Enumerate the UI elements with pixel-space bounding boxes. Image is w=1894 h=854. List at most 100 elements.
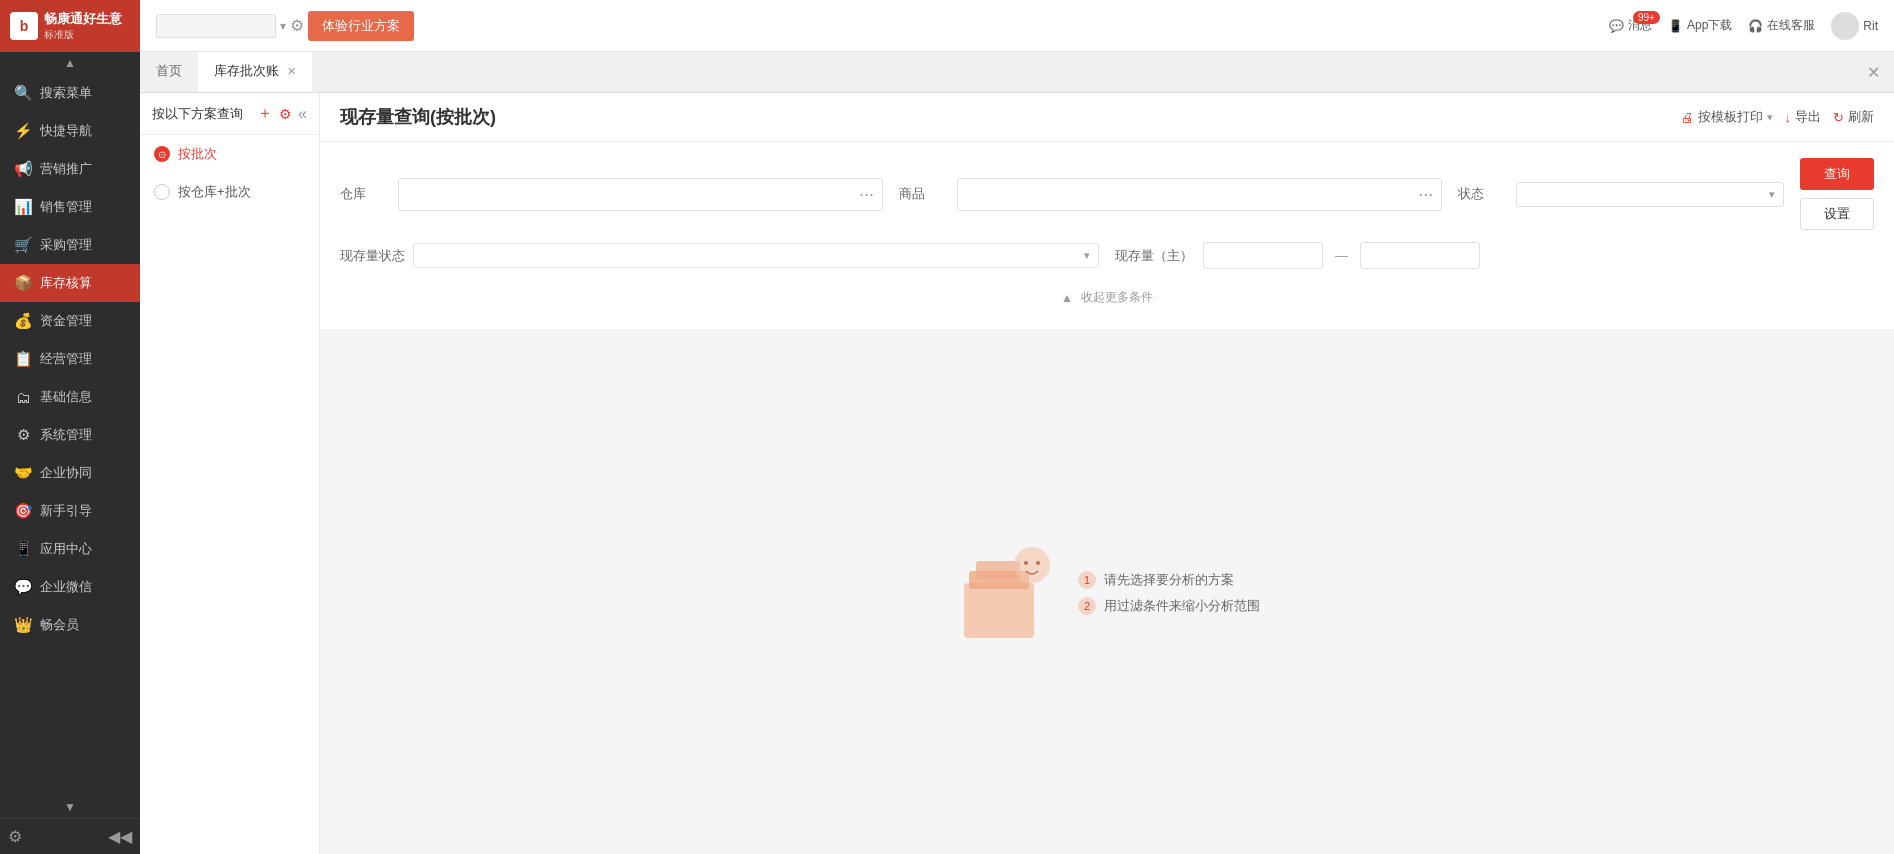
basics-icon: 🗂: [14, 388, 32, 406]
messages-button[interactable]: 💬 消息 99+: [1609, 17, 1652, 34]
tab-home-label: 首页: [156, 62, 182, 80]
inventory-icon: 📦: [14, 274, 32, 292]
inventory-qty-min-input[interactable]: [1203, 242, 1323, 269]
app-download-label: App下载: [1687, 17, 1732, 34]
sidebar-item-label: 销售管理: [40, 198, 92, 216]
collapse-sidebar-icon[interactable]: ◀◀: [108, 827, 132, 846]
empty-state-content: 1 请先选择要分析的方案 2 用过滤条件来缩小分析范围: [954, 543, 1260, 643]
warehouse-field: 仓库 ···: [340, 178, 883, 211]
username-label: Rit: [1863, 19, 1878, 33]
sidebar-item-label: 企业协同: [40, 464, 92, 482]
filter-row-1: 仓库 ··· 商品 ··· 状态: [340, 158, 1874, 230]
svg-rect-2: [976, 561, 1020, 579]
inventory-qty-field: 现存量（主） —: [1115, 242, 1874, 269]
filter-item-dot-active: ⊙: [154, 146, 170, 162]
collapse-label: 收起更多条件: [1081, 289, 1153, 306]
experience-button[interactable]: 体验行业方案: [308, 11, 414, 41]
search-icon: 🔍: [14, 84, 32, 102]
wechat-icon: 💬: [14, 578, 32, 596]
sidebar-item-purchase[interactable]: 🛒 采购管理: [0, 226, 140, 264]
topbar-search-input[interactable]: [156, 14, 276, 38]
app-download-button[interactable]: 📱 App下载: [1668, 17, 1732, 34]
marketing-icon: 📢: [14, 160, 32, 178]
sidebar-item-operations[interactable]: 📋 经营管理: [0, 340, 140, 378]
sidebar-item-wechat[interactable]: 💬 企业微信: [0, 568, 140, 606]
messages-badge: 99+: [1633, 11, 1660, 24]
refresh-action[interactable]: ↻ 刷新: [1833, 108, 1874, 126]
query-area: 现存量查询(按批次) 🖨 按模板打印 ▾ ↓ 导出 ↻ 刷新: [320, 93, 1894, 854]
member-icon: 👑: [14, 616, 32, 634]
tab-batch-label: 库存批次账: [214, 62, 279, 80]
product-dots[interactable]: ···: [1418, 184, 1433, 205]
inventory-qty-max-input[interactable]: [1360, 242, 1480, 269]
sidebar-item-label: 企业微信: [40, 578, 92, 596]
filter-item-warehouse-batch-label: 按仓库+批次: [178, 183, 251, 201]
purchase-icon: 🛒: [14, 236, 32, 254]
finance-icon: 💰: [14, 312, 32, 330]
sidebar-scroll-down[interactable]: ▼: [0, 796, 140, 818]
sidebar-item-search[interactable]: 🔍 搜索菜单: [0, 74, 140, 112]
sidebar-item-finance[interactable]: 💰 资金管理: [0, 302, 140, 340]
svg-point-5: [1036, 561, 1040, 565]
inventory-qty-label: 现存量（主）: [1115, 247, 1195, 265]
topbar-settings-icon[interactable]: ⚙: [290, 16, 304, 35]
warehouse-select[interactable]: ···: [398, 178, 883, 211]
collapse-icon: ▲: [1061, 291, 1073, 305]
sidebar-item-basics[interactable]: 🗂 基础信息: [0, 378, 140, 416]
online-service-button[interactable]: 🎧 在线客服: [1748, 17, 1815, 34]
query-button[interactable]: 查询: [1800, 158, 1874, 190]
sidebar-scroll-up[interactable]: ▲: [0, 52, 140, 74]
tab-panel-close-icon[interactable]: ✕: [1853, 53, 1894, 92]
status-select[interactable]: ▾: [1516, 182, 1784, 207]
sidebar-item-label: 系统管理: [40, 426, 92, 444]
status-label: 状态: [1458, 185, 1508, 203]
sales-icon: 📊: [14, 198, 32, 216]
filter-item-batch[interactable]: ⊙ 按批次: [140, 135, 319, 173]
tip-text-2: 用过滤条件来缩小分析范围: [1104, 597, 1260, 615]
tab-close-icon[interactable]: ✕: [287, 65, 296, 78]
sidebar-item-label: 应用中心: [40, 540, 92, 558]
sidebar-item-quicknav[interactable]: ⚡ 快捷导航: [0, 112, 140, 150]
export-action[interactable]: ↓ 导出: [1785, 108, 1822, 126]
user-profile[interactable]: Rit: [1831, 12, 1878, 40]
topbar-dropdown-arrow[interactable]: ▾: [280, 19, 286, 33]
sidebar-item-member[interactable]: 👑 畅会员: [0, 606, 140, 644]
topbar: ▾ ⚙ 体验行业方案 💬 消息 99+ 📱 App下载 🎧 在线客服 Rit: [140, 0, 1894, 52]
print-dropdown-icon[interactable]: ▾: [1767, 111, 1773, 124]
inventory-status-dropdown-icon: ▾: [1084, 249, 1090, 262]
app-edition: 标准版: [44, 28, 122, 42]
print-label: 按模板打印: [1698, 108, 1763, 126]
sidebar-item-newbie[interactable]: 🎯 新手引导: [0, 492, 140, 530]
tab-bar: 首页 库存批次账 ✕ ✕: [140, 52, 1894, 93]
warehouse-label: 仓库: [340, 185, 390, 203]
company-name: 畅康通好生意: [44, 10, 122, 28]
status-dropdown-icon: ▾: [1769, 188, 1775, 201]
sidebar-item-enterprise[interactable]: 🤝 企业协同: [0, 454, 140, 492]
settings-footer-icon[interactable]: ⚙: [8, 827, 22, 846]
sidebar-item-appcenter[interactable]: 📱 应用中心: [0, 530, 140, 568]
refresh-label: 刷新: [1848, 108, 1874, 126]
sidebar-item-sales[interactable]: 📊 销售管理: [0, 188, 140, 226]
sidebar-item-system[interactable]: ⚙ 系统管理: [0, 416, 140, 454]
tip-text-1: 请先选择要分析的方案: [1104, 571, 1234, 589]
tab-batch[interactable]: 库存批次账 ✕: [198, 52, 312, 92]
settings-filter-icon[interactable]: ⚙: [279, 106, 292, 122]
product-select[interactable]: ···: [957, 178, 1442, 211]
tab-home[interactable]: 首页: [140, 52, 198, 92]
user-avatar: [1831, 12, 1859, 40]
filter-item-warehouse-batch[interactable]: ○ 按仓库+批次: [140, 173, 319, 211]
settings-button[interactable]: 设置: [1800, 198, 1874, 230]
sidebar-item-marketing[interactable]: 📢 营销推广: [0, 150, 140, 188]
export-icon: ↓: [1785, 110, 1792, 125]
empty-illustration: [954, 543, 1054, 643]
add-filter-icon[interactable]: ＋: [257, 103, 273, 124]
print-action[interactable]: 🖨 按模板打印 ▾: [1681, 108, 1773, 126]
collapse-filter-icon[interactable]: «: [298, 105, 307, 123]
warehouse-dots[interactable]: ···: [859, 184, 874, 205]
page-title: 现存量查询(按批次): [340, 105, 496, 129]
collapse-more-conditions[interactable]: ▲ 收起更多条件: [340, 281, 1874, 314]
sidebar-item-inventory[interactable]: 📦 库存核算: [0, 264, 140, 302]
refresh-icon: ↻: [1833, 110, 1844, 125]
export-label: 导出: [1795, 108, 1821, 126]
inventory-status-select[interactable]: ▾: [413, 243, 1099, 268]
